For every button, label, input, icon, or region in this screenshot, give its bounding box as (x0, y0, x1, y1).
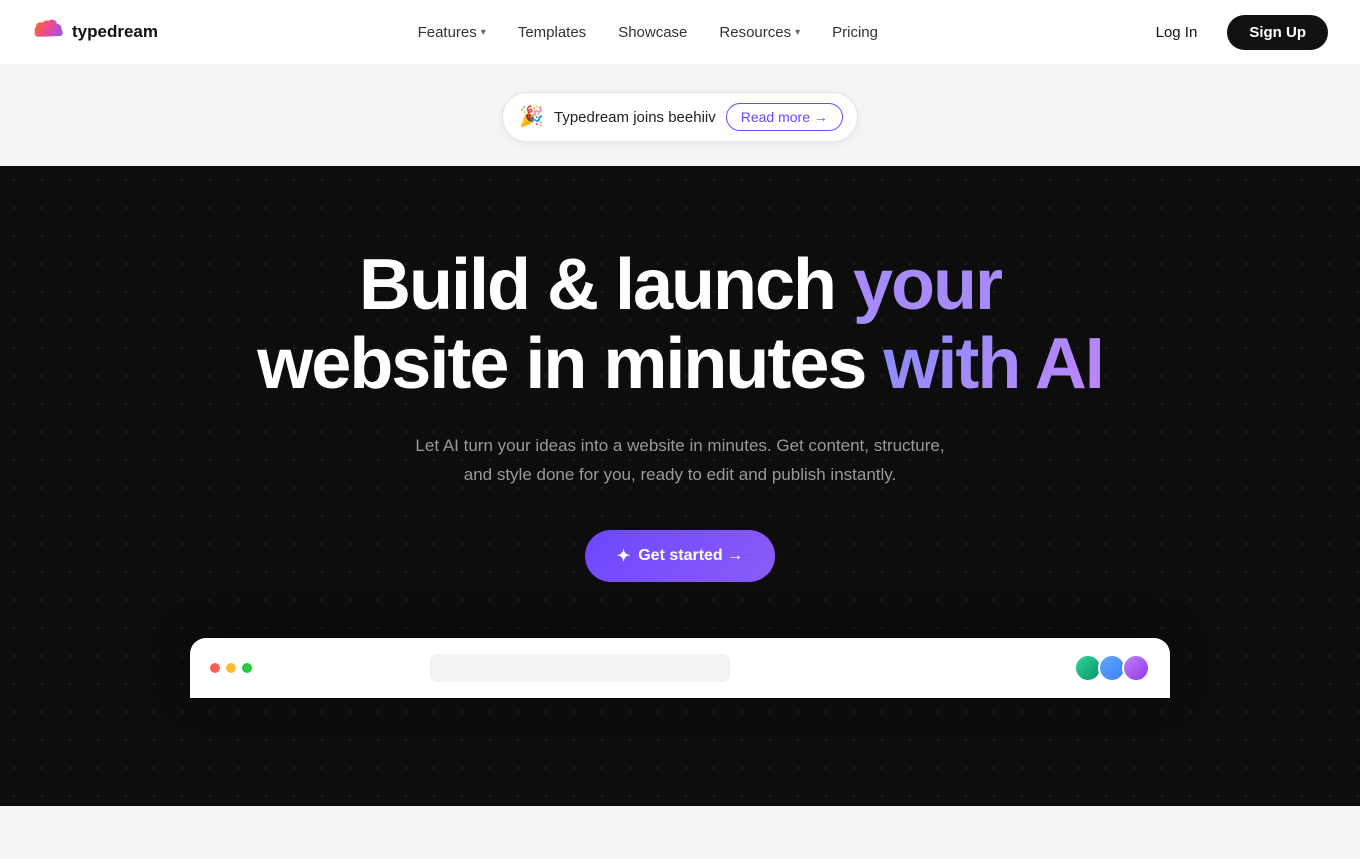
nav-item-templates[interactable]: Templates (504, 16, 600, 49)
read-more-link[interactable]: Read more → (726, 103, 843, 131)
hero-title-website-minutes: website in minutes (257, 324, 883, 404)
hero-title: Build & launch your website in minutes w… (40, 246, 1320, 404)
preview-avatars (1074, 654, 1150, 682)
logo-text: typedream (72, 22, 158, 42)
hero-section: Build & launch your website in minutes w… (0, 166, 1360, 806)
preview-container (40, 638, 1320, 698)
navbar: typedream Features ▾ Templates Showcase … (0, 0, 1360, 64)
login-button[interactable]: Log In (1138, 16, 1216, 49)
window-dots (210, 663, 252, 673)
announcement-text: Typedream joins beehiiv (554, 109, 716, 126)
nav-pricing-label: Pricing (832, 24, 878, 41)
nav-item-pricing[interactable]: Pricing (818, 16, 892, 49)
announcement-pill: 🎉 Typedream joins beehiiv Read more → (502, 92, 858, 142)
logo[interactable]: typedream (32, 16, 158, 48)
hero-title-your: your (853, 245, 1001, 325)
resources-chevron-icon: ▾ (795, 27, 800, 38)
sparkle-icon: ✦ (617, 546, 630, 566)
announcement-section: 🎉 Typedream joins beehiiv Read more → (0, 64, 1360, 166)
hero-subtitle: Let AI turn your ideas into a website in… (410, 432, 950, 490)
logo-icon (32, 16, 64, 48)
preview-card (190, 638, 1170, 698)
hero-title-line1: Build & launch your (359, 245, 1001, 325)
signup-button[interactable]: Sign Up (1227, 15, 1328, 50)
avatar-3 (1122, 654, 1150, 682)
features-chevron-icon: ▾ (481, 27, 486, 38)
get-started-label: Get started → (638, 547, 743, 565)
nav-item-resources[interactable]: Resources ▾ (705, 16, 814, 49)
hero-title-build-launch: Build & launch (359, 245, 853, 325)
dot-green (242, 663, 252, 673)
get-started-button[interactable]: ✦ Get started → (585, 530, 775, 582)
nav-actions: Log In Sign Up (1138, 15, 1328, 50)
nav-item-features[interactable]: Features ▾ (404, 16, 500, 49)
url-bar (430, 654, 730, 682)
dot-red (210, 663, 220, 673)
nav-resources-label: Resources (719, 24, 791, 41)
nav-templates-label: Templates (518, 24, 586, 41)
nav-showcase-label: Showcase (618, 24, 687, 41)
hero-title-with-ai: with AI (883, 324, 1102, 404)
announcement-emoji: 🎉 (519, 107, 544, 127)
nav-links: Features ▾ Templates Showcase Resources … (158, 16, 1138, 49)
nav-item-showcase[interactable]: Showcase (604, 16, 701, 49)
dot-yellow (226, 663, 236, 673)
hero-title-line2: website in minutes with AI (257, 324, 1102, 404)
nav-features-label: Features (418, 24, 477, 41)
